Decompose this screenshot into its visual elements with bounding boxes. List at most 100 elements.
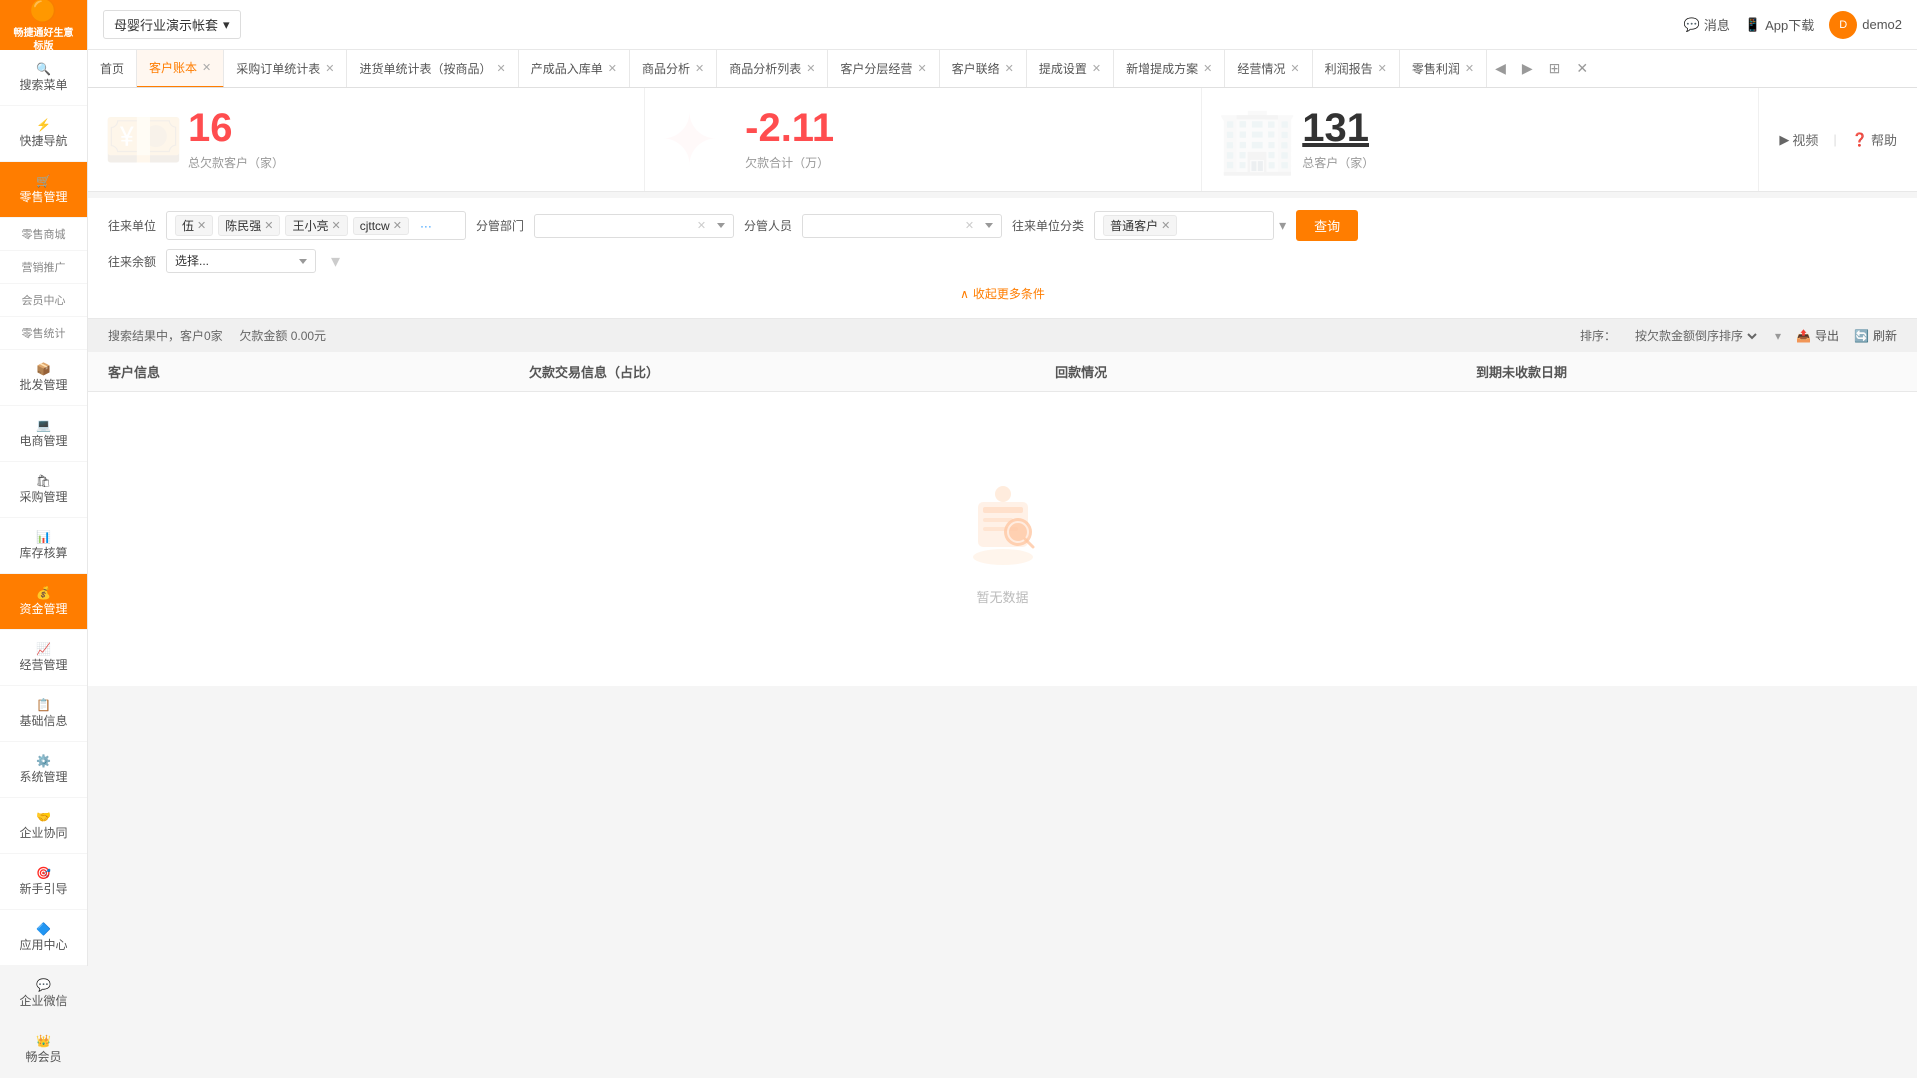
tag-cj: cjttcw ✕ — [353, 217, 409, 235]
tab-goods-analysis-list[interactable]: 商品分析列表 ✕ — [717, 50, 828, 88]
refresh-btn[interactable]: 🔄 刷新 — [1854, 327, 1897, 344]
collapse-section: ∧ 收起更多条件 — [108, 281, 1897, 306]
tab-nav-next[interactable]: ▶ — [1514, 50, 1541, 88]
sidebar-label-retail-mall: 零售商城 — [5, 226, 82, 242]
sidebar-item-retail-mall[interactable]: 零售商城 — [0, 218, 87, 251]
sidebar-item-member2[interactable]: 👑 畅会员 — [0, 1022, 87, 1078]
tab-operations-close[interactable]: ✕ — [1290, 62, 1299, 75]
sidebar-item-enterprise[interactable]: 🤝 企业协同 — [0, 798, 87, 854]
export-label: 导出 — [1815, 327, 1839, 344]
sidebar-item-marketing[interactable]: 营销推广 — [0, 251, 87, 284]
tab-operations[interactable]: 经营情况 ✕ — [1225, 50, 1312, 88]
tab-goods-analysis-close[interactable]: ✕ — [695, 62, 704, 75]
tab-goods-stats-close[interactable]: ✕ — [497, 62, 506, 75]
tab-goods-analysis-list-label: 商品分析列表 — [729, 60, 801, 77]
video-link[interactable]: ▶ 视频 — [1779, 130, 1818, 149]
tab-profit-report-close[interactable]: ✕ — [1378, 62, 1387, 75]
filter-row-2: 往来余额 选择... ▾ — [108, 249, 1897, 273]
tab-customer-tier[interactable]: 客户分层经营 ✕ — [828, 50, 939, 88]
help-link[interactable]: ❓ 帮助 — [1852, 130, 1897, 149]
tag-wu-text: 伍 — [182, 217, 194, 234]
sidebar-item-finance[interactable]: 💰 资金管理 — [0, 574, 87, 630]
result-amount-text: 欠款金额 0.00元 — [239, 329, 326, 343]
tab-customer-contact[interactable]: 客户联络 ✕ — [940, 50, 1027, 88]
messages-label: 消息 — [1704, 15, 1730, 34]
table-header: 客户信息 欠款交易信息（占比） 回款情况 到期未收款日期 — [88, 352, 1917, 392]
tab-goods-analysis[interactable]: 商品分析 ✕ — [630, 50, 717, 88]
query-button[interactable]: 查询 — [1296, 210, 1358, 241]
sidebar-item-wholesale[interactable]: 📦 批发管理 — [0, 350, 87, 406]
tag-chen-remove[interactable]: ✕ — [264, 219, 273, 232]
sidebar-item-member[interactable]: 会员中心 — [0, 284, 87, 317]
tab-goods-stats[interactable]: 进货单统计表（按商品） ✕ — [347, 50, 518, 88]
messages-btn[interactable]: 💬 消息 — [1684, 15, 1730, 34]
tab-retail-profit[interactable]: 零售利润 ✕ — [1400, 50, 1487, 88]
unit-label: 往来单位 — [108, 217, 156, 234]
sidebar-item-app-center[interactable]: 🔷 应用中心 — [0, 910, 87, 966]
tag-wang: 王小亮 ✕ — [285, 215, 347, 236]
wechat-icon: 💬 — [5, 978, 82, 992]
sidebar-item-newbie[interactable]: 🎯 新手引导 — [0, 854, 87, 910]
sort-select[interactable]: 按欠款金额倒序排序 — [1631, 328, 1760, 344]
sidebar-item-operations[interactable]: 📈 经营管理 — [0, 630, 87, 686]
person-select[interactable] — [802, 214, 1002, 238]
tab-product-in[interactable]: 产成品入库单 ✕ — [519, 50, 630, 88]
tab-commission-settings-close[interactable]: ✕ — [1092, 62, 1101, 75]
sidebar-item-retail[interactable]: 🛒 零售管理 — [0, 162, 87, 218]
collapse-btn[interactable]: ∧ 收起更多条件 — [108, 281, 1897, 306]
tab-retail-profit-close[interactable]: ✕ — [1465, 62, 1474, 75]
top-bar-left: 母婴行业演示帐套 ▾ — [103, 10, 241, 39]
sidebar-label-retail-stats: 零售统计 — [5, 325, 82, 341]
export-btn[interactable]: 📤 导出 — [1796, 327, 1839, 344]
sidebar-item-ecom[interactable]: 💻 电商管理 — [0, 406, 87, 462]
unit-class-chevron[interactable]: ▾ — [1279, 217, 1286, 234]
sidebar-label-member2: 畅会员 — [5, 1048, 82, 1065]
tab-nav-prev[interactable]: ◀ — [1487, 50, 1514, 88]
sidebar-item-wechat[interactable]: 💬 企业微信 — [0, 966, 87, 1022]
sidebar-item-retail-stats[interactable]: 零售统计 — [0, 317, 87, 350]
card2-bg-icon: ✦ — [660, 99, 719, 181]
demo-selector[interactable]: 母婴行业演示帐套 ▾ — [103, 10, 241, 39]
tab-operations-label: 经营情况 — [1237, 60, 1285, 77]
tab-customer-ledger[interactable]: 客户账本 ✕ — [137, 50, 224, 88]
tab-new-commission-close[interactable]: ✕ — [1203, 62, 1212, 75]
tag-cj-remove[interactable]: ✕ — [393, 219, 402, 232]
tab-goods-analysis-list-close[interactable]: ✕ — [806, 62, 815, 75]
card1-label: 总欠款客户（家） — [188, 154, 284, 171]
user-menu[interactable]: D demo2 — [1829, 11, 1902, 39]
unit-class-label: 往来单位分类 — [1012, 217, 1084, 234]
sidebar-item-system[interactable]: ⚙️ 系统管理 — [0, 742, 87, 798]
tab-purchase-stats-close[interactable]: ✕ — [325, 62, 334, 75]
tab-profit-report[interactable]: 利润报告 ✕ — [1313, 50, 1400, 88]
sidebar-item-quick-nav[interactable]: ⚡ 快捷导航 — [0, 106, 87, 162]
tab-product-in-close[interactable]: ✕ — [608, 62, 617, 75]
tab-nav-close[interactable]: ✕ — [1568, 50, 1596, 88]
tag-wang-remove[interactable]: ✕ — [332, 219, 341, 232]
empty-illustration — [953, 472, 1053, 572]
dept-select[interactable] — [534, 214, 734, 238]
tab-home[interactable]: 首页 — [88, 50, 137, 88]
tab-customer-ledger-close[interactable]: ✕ — [202, 61, 211, 74]
unit-class-tag-input[interactable]: 普通客户 ✕ — [1094, 211, 1274, 240]
tab-customer-tier-close[interactable]: ✕ — [917, 62, 926, 75]
tag-normal-remove[interactable]: ✕ — [1161, 219, 1170, 232]
tab-customer-contact-close[interactable]: ✕ — [1005, 62, 1014, 75]
tag-wu-remove[interactable]: ✕ — [197, 219, 206, 232]
tab-commission-settings[interactable]: 提成设置 ✕ — [1027, 50, 1114, 88]
sidebar-label-search: 搜索菜单 — [5, 76, 82, 93]
sidebar-item-basic-info[interactable]: 📋 基础信息 — [0, 686, 87, 742]
unit-tag-input[interactable]: 伍 ✕ 陈民强 ✕ 王小亮 ✕ cjttcw ✕ — [166, 211, 466, 240]
sidebar-item-inventory[interactable]: 📊 库存核算 — [0, 518, 87, 574]
tag-more[interactable]: ··· — [414, 218, 438, 234]
sidebar-item-purchase[interactable]: 🛍 采购管理 — [0, 462, 87, 518]
wholesale-icon: 📦 — [5, 362, 82, 376]
tab-new-commission[interactable]: 新增提成方案 ✕ — [1114, 50, 1225, 88]
tab-purchase-stats[interactable]: 采购订单统计表 ✕ — [224, 50, 347, 88]
tab-nav-expand[interactable]: ⊞ — [1541, 50, 1569, 88]
tab-commission-settings-label: 提成设置 — [1039, 60, 1087, 77]
balance-select[interactable]: 选择... — [166, 249, 316, 273]
tab-customer-contact-label: 客户联络 — [952, 60, 1000, 77]
sidebar-item-search[interactable]: 🔍 搜索菜单 — [0, 50, 87, 106]
sidebar-label-enterprise: 企业协同 — [5, 824, 82, 841]
app-download-btn[interactable]: 📱 App下载 — [1745, 15, 1814, 34]
